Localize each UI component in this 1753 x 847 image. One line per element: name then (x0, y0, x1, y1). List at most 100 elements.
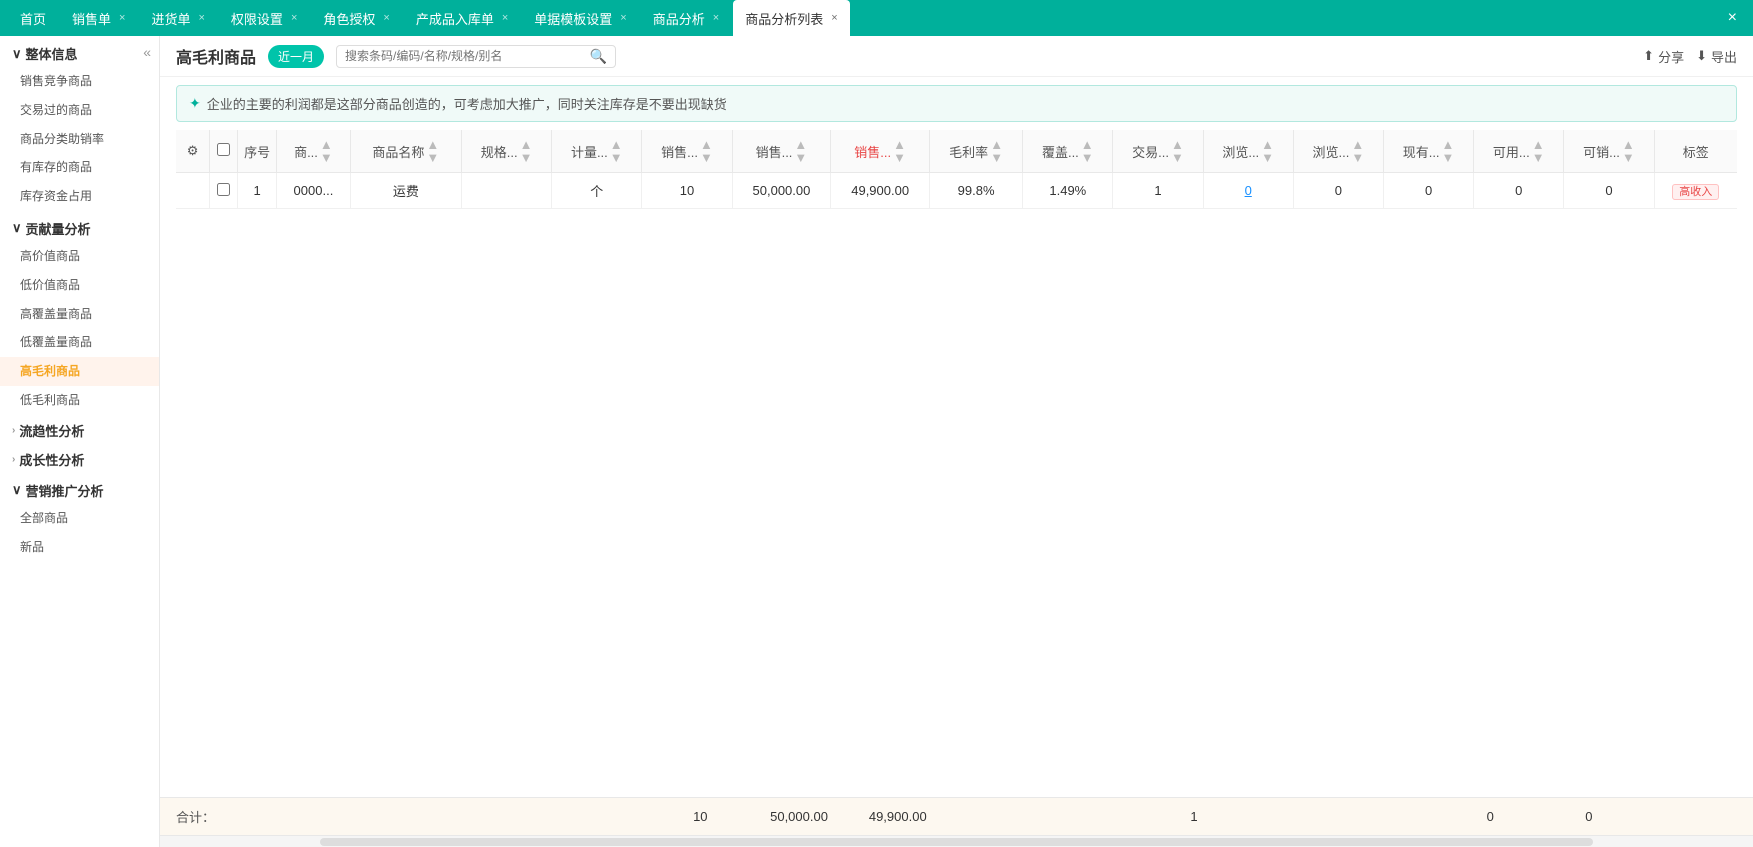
share-icon: ⬆ (1643, 48, 1654, 64)
cell-saleable: 0 (1564, 173, 1654, 209)
sidebar-group-contribution[interactable]: ∨ 贡献量分析 (0, 211, 159, 242)
row-checkbox[interactable] (217, 183, 230, 196)
sidebar-item-category-assist[interactable]: 商品分类助销率 (0, 125, 159, 154)
col-browse1-label: 浏览... (1222, 142, 1259, 161)
col-index-header: 序号 (238, 130, 277, 173)
tab-goods-analysis-list[interactable]: 商品分析列表 × (733, 0, 849, 36)
main-layout: « ∨ 整体信息 销售竞争商品 交易过的商品 商品分类助销率 有库存的商品 库存… (0, 36, 1753, 847)
search-input[interactable] (345, 49, 586, 63)
col-checkbox[interactable] (210, 130, 238, 173)
cell-available: 0 (1474, 173, 1564, 209)
col-unit-header[interactable]: 计量... ▲▼ (552, 130, 642, 173)
col-code-sort: ▲▼ (320, 138, 333, 164)
footer-current-stock: 0 (1441, 809, 1540, 824)
footer-sale-amount: 50,000.00 (750, 809, 849, 824)
col-saleable-header[interactable]: 可销... ▲▼ (1564, 130, 1654, 173)
sidebar-item-all-goods[interactable]: 全部商品 (0, 504, 159, 533)
sidebar-group-marketing[interactable]: ∨ 营销推广分析 (0, 473, 159, 504)
share-btn[interactable]: ⬆ 分享 (1643, 47, 1684, 66)
close-tab-purchase-order[interactable]: × (198, 12, 204, 24)
tab-role-auth[interactable]: 角色授权 × (311, 0, 401, 36)
cell-checkbox[interactable] (210, 173, 238, 209)
col-coverage-header[interactable]: 覆盖... ▲▼ (1023, 130, 1113, 173)
cell-gross-margin: 99.8% (930, 173, 1023, 209)
tab-permissions[interactable]: 权限设置 × (219, 0, 309, 36)
sidebar-item-in-stock[interactable]: 有库存的商品 (0, 153, 159, 182)
settings-icon[interactable]: ⚙ (187, 143, 199, 158)
cell-tag: 高收入 (1654, 173, 1737, 209)
col-trade-header[interactable]: 交易... ▲▼ (1113, 130, 1203, 173)
filter-recent-month-btn[interactable]: 近一月 (268, 45, 324, 68)
close-tab-goods-analysis-list[interactable]: × (831, 12, 837, 24)
col-settings[interactable]: ⚙ (176, 130, 210, 173)
sidebar-collapse-btn[interactable]: « (143, 44, 151, 60)
sidebar-item-sales-competitive[interactable]: 销售竞争商品 (0, 67, 159, 96)
col-browse1-sort: ▲▼ (1261, 138, 1274, 164)
col-tag-header: 标签 (1654, 130, 1737, 173)
col-coverage-label: 覆盖... (1042, 142, 1079, 161)
sidebar-item-low-value[interactable]: 低价值商品 (0, 271, 159, 300)
tab-sales-order[interactable]: 销售单 × (60, 0, 137, 36)
close-all-tabs[interactable]: × (1720, 9, 1745, 27)
col-current-stock-header[interactable]: 现有... ▲▼ (1383, 130, 1473, 173)
tab-purchase-order[interactable]: 进货单 × (139, 0, 216, 36)
table-row: 1 0000... 运费 个 10 50,000.00 49,900.00 99… (176, 173, 1737, 209)
horizontal-scrollbar[interactable] (320, 838, 1593, 846)
sidebar-item-new-goods[interactable]: 新品 (0, 533, 159, 562)
tab-product-storage[interactable]: 产成品入库单 × (404, 0, 520, 36)
col-browse2-sort: ▲▼ (1351, 138, 1364, 164)
cell-browse1[interactable]: 0 (1203, 173, 1293, 209)
browse1-link[interactable]: 0 (1245, 183, 1252, 198)
sidebar-group-overall[interactable]: ∨ 整体信息 (0, 36, 159, 67)
col-browse2-header[interactable]: 浏览... ▲▼ (1293, 130, 1383, 173)
search-icon[interactable]: 🔍 (590, 48, 607, 65)
bottom-scroll-bar[interactable] (160, 835, 1753, 847)
close-tab-goods-analysis[interactable]: × (713, 12, 719, 24)
cell-code: 0000... (277, 173, 351, 209)
col-available-header[interactable]: 可用... ▲▼ (1474, 130, 1564, 173)
cell-sale-profit: 49,900.00 (831, 173, 930, 209)
col-sale-profit-sort: ▲▼ (893, 138, 906, 164)
select-all-checkbox[interactable] (217, 143, 230, 156)
export-icon: ⬇ (1696, 48, 1707, 64)
sidebar-item-low-gross[interactable]: 低毛利商品 (0, 386, 159, 415)
col-code-header[interactable]: 商... ▲▼ (277, 130, 351, 173)
table-wrapper[interactable]: ⚙ 序号 商... ▲▼ (160, 130, 1753, 797)
cell-current-stock: 0 (1383, 173, 1473, 209)
sidebar-item-high-gross[interactable]: 高毛利商品 (0, 357, 159, 386)
sidebar-item-high-coverage[interactable]: 高覆盖量商品 (0, 300, 159, 329)
col-gross-margin-sort: ▲▼ (990, 138, 1003, 164)
tab-goods-analysis[interactable]: 商品分析 × (641, 0, 731, 36)
col-spec-header[interactable]: 规格... ▲▼ (462, 130, 552, 173)
close-tab-product-storage[interactable]: × (502, 12, 508, 24)
sidebar-group-trend[interactable]: › 流趋性分析 (0, 415, 159, 444)
col-browse1-header[interactable]: 浏览... ▲▼ (1203, 130, 1293, 173)
col-name-header[interactable]: 商品名称 ▲▼ (350, 130, 461, 173)
col-sale-qty-header[interactable]: 销售... ▲▼ (642, 130, 732, 173)
close-tab-role-auth[interactable]: × (383, 12, 389, 24)
close-tab-doc-template[interactable]: × (620, 12, 626, 24)
sidebar-item-traded-goods[interactable]: 交易过的商品 (0, 96, 159, 125)
close-tab-sales-order[interactable]: × (119, 12, 125, 24)
col-spec-label: 规格... (481, 142, 518, 161)
cell-index: 1 (238, 173, 277, 209)
notice-text: 企业的主要的利润都是这部分商品创造的，可考虑加大推广，同时关注库存是不要出现缺货 (207, 94, 727, 113)
cell-sale-amount: 50,000.00 (732, 173, 831, 209)
sidebar-item-low-coverage[interactable]: 低覆盖量商品 (0, 328, 159, 357)
sidebar-item-inventory-capital[interactable]: 库存资金占用 (0, 182, 159, 211)
col-unit-sort: ▲▼ (610, 138, 623, 164)
tab-home[interactable]: 首页 (8, 0, 58, 36)
tab-doc-template[interactable]: 单据模板设置 × (522, 0, 638, 36)
sidebar-group-growth[interactable]: › 成长性分析 (0, 444, 159, 473)
col-trade-sort: ▲▼ (1171, 138, 1184, 164)
close-tab-permissions[interactable]: × (291, 12, 297, 24)
cell-browse2: 0 (1293, 173, 1383, 209)
col-sale-profit-header[interactable]: 销售... ▲▼ (831, 130, 930, 173)
col-trade-label: 交易... (1132, 142, 1169, 161)
sidebar-item-high-value[interactable]: 高价值商品 (0, 242, 159, 271)
export-btn[interactable]: ⬇ 导出 (1696, 47, 1737, 66)
col-spec-sort: ▲▼ (520, 138, 533, 164)
trend-expand-icon: › (12, 425, 15, 436)
col-sale-amount-header[interactable]: 销售... ▲▼ (732, 130, 831, 173)
col-gross-margin-header[interactable]: 毛利率 ▲▼ (930, 130, 1023, 173)
